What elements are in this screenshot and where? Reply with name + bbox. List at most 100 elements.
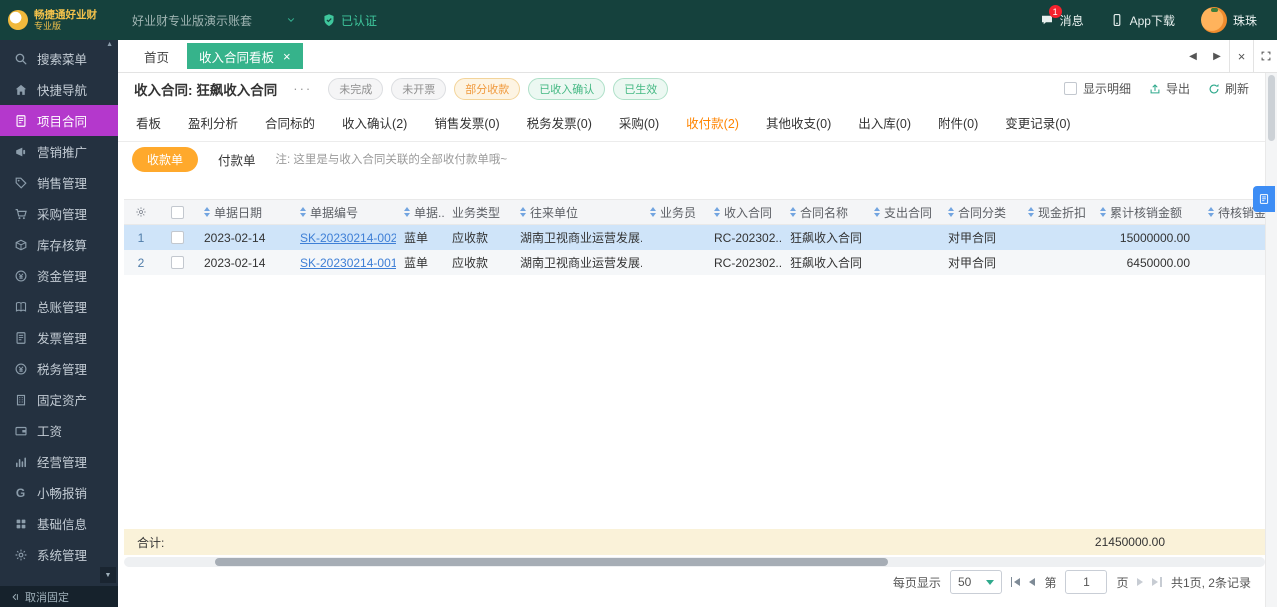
close-tabs-button[interactable]: ×: [1229, 40, 1253, 72]
sort-icon[interactable]: [404, 207, 410, 217]
show-detail-checkbox[interactable]: 显示明细: [1063, 80, 1131, 97]
sidebar-item-project-contract[interactable]: 项目合同: [0, 105, 118, 136]
sort-icon[interactable]: [204, 207, 210, 217]
sort-icon[interactable]: [1208, 207, 1214, 217]
doc-no-link[interactable]: SK-20230214-001: [300, 256, 396, 270]
more-actions-button[interactable]: ···: [293, 81, 312, 96]
sidebar-item-quick-nav[interactable]: 快捷导航: [0, 74, 118, 105]
subtab-receipt[interactable]: 收款单: [132, 146, 199, 172]
subtab-payment[interactable]: 付款单: [214, 150, 260, 169]
sub-tabs: 收款单 付款单 注: 这里是与收入合同关联的全部收付款单哦~: [118, 142, 1265, 176]
doc-no-link[interactable]: SK-20230214-002: [300, 231, 396, 245]
column-header-settled-amount[interactable]: 累计核销金额: [1092, 200, 1200, 224]
sidebar-item-funds[interactable]: 资金管理: [0, 260, 118, 291]
refresh-button[interactable]: 刷新: [1208, 80, 1249, 97]
shield-check-icon: [322, 13, 336, 27]
sidebar-item-base-info[interactable]: 基础信息: [0, 508, 118, 539]
tab-sales-invoice[interactable]: 销售发票(0): [434, 113, 499, 132]
sidebar-item-sales[interactable]: 销售管理: [0, 167, 118, 198]
app-logo[interactable]: 畅捷通好业财 专业版: [0, 9, 118, 31]
user-menu[interactable]: 珠珠: [1200, 7, 1257, 33]
messages-button[interactable]: 1 消息: [1040, 5, 1084, 29]
status-badge: 未完成: [328, 77, 384, 100]
sort-icon[interactable]: [948, 207, 954, 217]
tab-receipt-payment[interactable]: 收付款(2): [686, 113, 739, 132]
tab-contract-subject[interactable]: 合同标的: [265, 113, 315, 132]
column-header-contract-category[interactable]: 合同分类: [940, 200, 1020, 224]
sidebar-item-marketing[interactable]: 营销推广: [0, 136, 118, 167]
sort-icon[interactable]: [520, 207, 526, 217]
sort-icon[interactable]: [1100, 207, 1106, 217]
sidebar-item-purchase[interactable]: 采购管理: [0, 198, 118, 229]
sidebar-item-system[interactable]: 系统管理: [0, 539, 118, 570]
horizontal-scrollbar[interactable]: [124, 557, 1265, 567]
sidebar-item-fixed-assets[interactable]: 固定资产: [0, 384, 118, 415]
table-row[interactable]: 1 2023-02-14 SK-20230214-002 蓝单 应收款 湖南卫视…: [124, 225, 1265, 250]
sort-icon[interactable]: [300, 207, 306, 217]
unpin-sidebar-button[interactable]: 取消固定: [0, 586, 118, 607]
memo-panel-button[interactable]: [1253, 186, 1275, 212]
sort-icon[interactable]: [1028, 207, 1034, 217]
ledger-book-icon: [13, 300, 28, 314]
tab-income-contract-board[interactable]: 收入合同看板 ×: [187, 43, 303, 69]
tab-profit-analysis[interactable]: 盈利分析: [188, 113, 238, 132]
tab-income-confirm[interactable]: 收入确认(2): [342, 113, 407, 132]
sidebar-item-search-menu[interactable]: 搜索菜单: [0, 43, 118, 74]
table-row[interactable]: 2 2023-02-14 SK-20230214-001 蓝单 应收款 湖南卫视…: [124, 250, 1265, 275]
column-header-biz-type[interactable]: 业务类型: [444, 200, 512, 224]
sidebar-item-invoice[interactable]: 发票管理: [0, 322, 118, 353]
column-header-salesman[interactable]: 业务员: [642, 200, 706, 224]
column-header-cash-discount[interactable]: 现金折扣: [1020, 200, 1092, 224]
row-checkbox[interactable]: [170, 231, 184, 244]
page-header: 收入合同: 狂飙收入合同 ··· 未完成 未开票 部分收款 已收入确认 已生效 …: [118, 73, 1265, 104]
sidebar-scroll-up-icon[interactable]: ▲: [106, 41, 113, 48]
vertical-scrollbar-thumb[interactable]: [1268, 75, 1275, 141]
tab-attachments[interactable]: 附件(0): [938, 113, 978, 132]
row-checkbox[interactable]: [170, 256, 184, 269]
sidebar-item-payroll[interactable]: 工资: [0, 415, 118, 446]
select-all-checkbox[interactable]: [158, 200, 196, 224]
column-settings-button[interactable]: [124, 200, 158, 224]
tab-change-log[interactable]: 变更记录(0): [1005, 113, 1070, 132]
sort-icon[interactable]: [790, 207, 796, 217]
vertical-scrollbar[interactable]: [1265, 73, 1277, 607]
page-size-select[interactable]: 50: [949, 570, 1002, 594]
column-header-doc-type[interactable]: 单据...: [396, 200, 444, 224]
sort-icon[interactable]: [714, 207, 720, 217]
last-page-button[interactable]: [1152, 577, 1162, 587]
export-button[interactable]: 导出: [1149, 80, 1190, 97]
sidebar-scroll-down-icon[interactable]: ▼: [100, 567, 116, 583]
sort-icon[interactable]: [650, 207, 656, 217]
column-header-contract-name[interactable]: 合同名称: [782, 200, 866, 224]
account-set-selector[interactable]: 好业财专业版演示账套: [132, 12, 296, 29]
column-header-expense-contract[interactable]: 支出合同: [866, 200, 940, 224]
column-header-partner[interactable]: 往来单位: [512, 200, 642, 224]
tab-in-out-warehouse[interactable]: 出入库(0): [858, 113, 911, 132]
next-page-button[interactable]: [1137, 578, 1144, 586]
sidebar-item-inventory[interactable]: 库存核算: [0, 229, 118, 260]
column-header-doc-no[interactable]: 单据编号: [292, 200, 396, 224]
sort-icon[interactable]: [874, 207, 880, 217]
tab-purchase[interactable]: 采购(0): [619, 113, 659, 132]
column-header-doc-date[interactable]: 单据日期: [196, 200, 292, 224]
tab-kanban[interactable]: 看板: [136, 113, 161, 132]
sidebar-item-tax[interactable]: 税务管理: [0, 353, 118, 384]
tab-tax-invoice[interactable]: 税务发票(0): [527, 113, 592, 132]
sidebar-item-reimburse[interactable]: G 小畅报销: [0, 477, 118, 508]
first-page-button[interactable]: [1010, 577, 1021, 587]
close-tab-icon[interactable]: ×: [283, 50, 291, 63]
fullscreen-button[interactable]: [1253, 40, 1277, 72]
sidebar-item-general-ledger[interactable]: 总账管理: [0, 291, 118, 322]
page-title: 收入合同: 狂飙收入合同: [134, 82, 278, 98]
prev-page-button[interactable]: [1029, 578, 1036, 586]
sidebar-item-operations[interactable]: 经营管理: [0, 446, 118, 477]
horizontal-scrollbar-thumb[interactable]: [215, 558, 889, 566]
next-tab-button[interactable]: ▶: [1205, 40, 1229, 72]
tab-home[interactable]: 首页: [130, 47, 183, 66]
column-header-income-contract[interactable]: 收入合同: [706, 200, 782, 224]
tag-icon: [13, 176, 28, 190]
page-number-input[interactable]: 1: [1065, 570, 1108, 594]
app-download-button[interactable]: App下载: [1110, 12, 1175, 29]
prev-tab-button[interactable]: ◀: [1181, 40, 1205, 72]
tab-other-income-expense[interactable]: 其他收支(0): [766, 113, 831, 132]
